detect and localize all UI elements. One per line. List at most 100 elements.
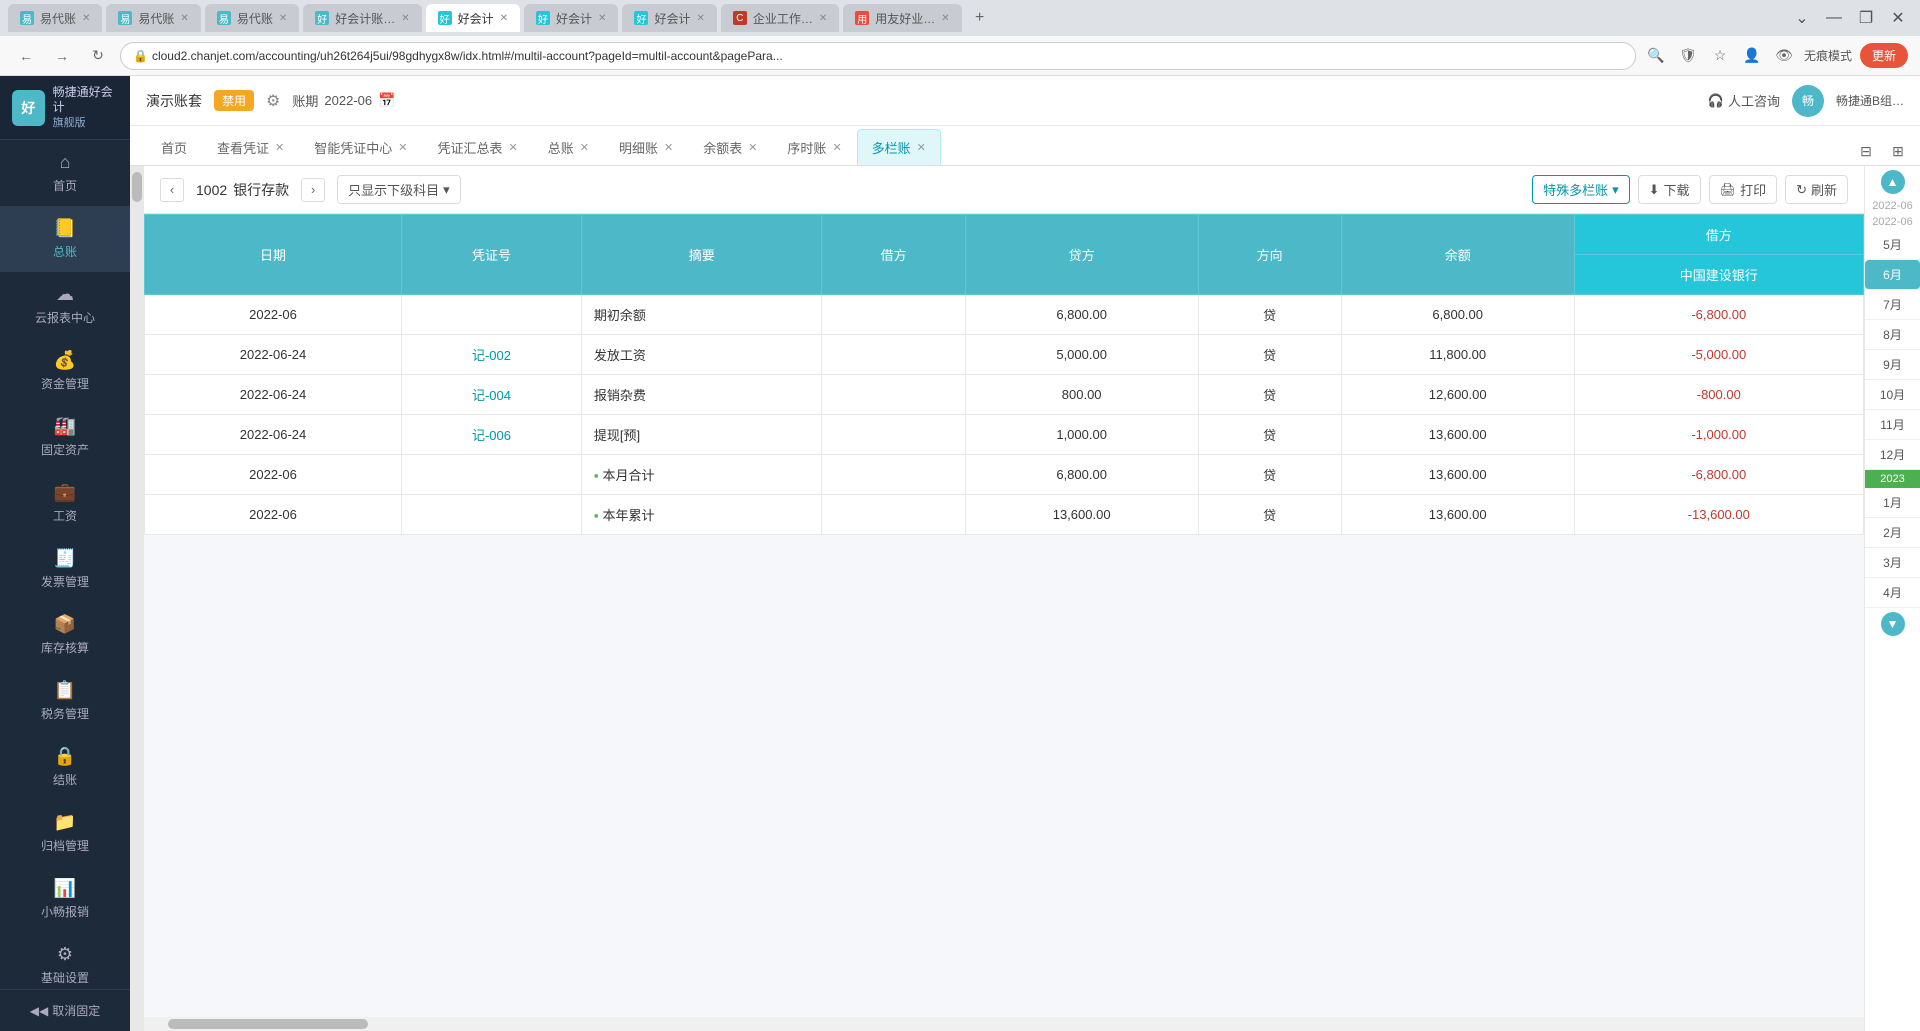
minimize-button[interactable]: — xyxy=(1820,4,1848,32)
browser-tab-9[interactable]: 用 用友好业… ✕ xyxy=(843,4,961,32)
shield-icon[interactable]: 🛡 xyxy=(1676,44,1700,68)
ledger-table-wrap[interactable]: 日期 凭证号 摘要 借方 贷方 方向 余额 借方 中国建设银行 xyxy=(144,214,1864,1017)
cell-voucher-no[interactable]: 记-004 xyxy=(402,375,582,415)
browser-tab-1[interactable]: 易 易代账 ✕ xyxy=(8,4,102,32)
print-button[interactable]: 🖨 打印 xyxy=(1709,175,1778,204)
cal-month-2023-1[interactable]: 1月 xyxy=(1865,488,1920,518)
cell-voucher-no[interactable]: 记-006 xyxy=(402,415,582,455)
tab-close-3[interactable]: ✕ xyxy=(279,13,287,24)
download-button[interactable]: ⬇ 下载 xyxy=(1638,175,1701,204)
close-button[interactable]: ✕ xyxy=(1884,4,1912,32)
new-tab-button[interactable]: + xyxy=(966,4,994,32)
star-icon[interactable]: ☆ xyxy=(1708,44,1732,68)
tab-general-ledger[interactable]: 总账 ✕ xyxy=(533,129,604,165)
left-scrollbar[interactable] xyxy=(130,166,144,1031)
browser-tab-6[interactable]: 好 好会计 ✕ xyxy=(524,4,618,32)
tab-balance-sheet[interactable]: 余额表 ✕ xyxy=(688,129,772,165)
tab-close-2[interactable]: ✕ xyxy=(180,13,188,24)
cal-month-2023-4[interactable]: 4月 xyxy=(1865,578,1920,608)
sidebar-item-home[interactable]: ⌂ 首页 xyxy=(0,140,130,206)
sidebar-footer[interactable]: ◀◀ 取消固定 xyxy=(0,989,130,1031)
gear-icon[interactable]: ⚙ xyxy=(266,91,280,111)
voucher-link[interactable]: 记-004 xyxy=(472,388,511,403)
tab-voucher-summary[interactable]: 凭证汇总表 ✕ xyxy=(422,129,532,165)
sidebar-item-inventory[interactable]: 📦 库存核算 xyxy=(0,602,130,668)
cal-month-9[interactable]: 9月 xyxy=(1865,350,1920,380)
tab-detail-ledger-close[interactable]: ✕ xyxy=(664,141,673,154)
tab-voucher-view-close[interactable]: ✕ xyxy=(275,141,284,154)
tab-voucher-summary-close[interactable]: ✕ xyxy=(509,141,518,154)
tab-balance-sheet-close[interactable]: ✕ xyxy=(748,141,757,154)
tab-close-7[interactable]: ✕ xyxy=(696,13,704,24)
browser-tab-7[interactable]: 好 好会计 ✕ xyxy=(622,4,716,32)
tab-smart-voucher-close[interactable]: ✕ xyxy=(398,141,407,154)
tab-voucher-view[interactable]: 查看凭证 ✕ xyxy=(202,129,299,165)
profile-icon[interactable]: 👤 xyxy=(1740,44,1764,68)
sidebar-item-general-ledger[interactable]: 📒 总账 xyxy=(0,206,130,272)
minimize-panel-button[interactable]: ⊟ xyxy=(1852,137,1880,165)
tab-close-8[interactable]: ✕ xyxy=(819,13,827,24)
cal-month-10[interactable]: 10月 xyxy=(1865,380,1920,410)
cal-month-2023-2[interactable]: 2月 xyxy=(1865,518,1920,548)
calendar-up-button[interactable]: ▲ xyxy=(1881,170,1905,194)
sidebar-item-archive[interactable]: 📁 归档管理 xyxy=(0,800,130,866)
next-account-button[interactable]: › xyxy=(301,178,325,202)
reload-button[interactable]: ↻ xyxy=(84,42,112,70)
bottom-scrollbar[interactable] xyxy=(144,1017,1864,1031)
prev-account-button[interactable]: ‹ xyxy=(160,178,184,202)
account-selector[interactable]: 1002 银行存款 xyxy=(196,180,289,200)
browser-tab-8[interactable]: C 企业工作… ✕ xyxy=(721,4,839,32)
tab-home[interactable]: 首页 xyxy=(146,129,202,165)
browser-tab-3[interactable]: 易 易代账 ✕ xyxy=(205,4,299,32)
sidebar-item-fund[interactable]: 💰 资金管理 xyxy=(0,338,130,404)
search-icon[interactable]: 🔍 xyxy=(1644,44,1668,68)
browser-tab-4[interactable]: 好 好会计账… ✕ xyxy=(303,4,421,32)
consult-button[interactable]: 🎧 人工咨询 xyxy=(1708,91,1780,110)
cell-voucher-no[interactable]: 记-002 xyxy=(402,335,582,375)
refresh-button[interactable]: ↻ 刷新 xyxy=(1785,175,1848,204)
cal-month-11[interactable]: 11月 xyxy=(1865,410,1920,440)
cal-month-2023-3[interactable]: 3月 xyxy=(1865,548,1920,578)
browser-tab-5[interactable]: 好 好会计 ✕ xyxy=(426,4,520,32)
maximize-panel-button[interactable]: ⊞ xyxy=(1884,137,1912,165)
tab-close-1[interactable]: ✕ xyxy=(82,13,90,24)
restore-button[interactable]: ❐ xyxy=(1852,4,1880,32)
stealth-mode-icon[interactable]: 👁 xyxy=(1772,44,1796,68)
feature-button[interactable]: 特殊多栏账 ▾ xyxy=(1532,175,1630,204)
tab-multi-column[interactable]: 多栏账 ✕ xyxy=(857,129,941,165)
update-button[interactable]: 更新 xyxy=(1860,43,1908,68)
tab-close-9[interactable]: ✕ xyxy=(941,13,949,24)
tab-sequential-ledger[interactable]: 序时账 ✕ xyxy=(772,129,856,165)
tab-general-ledger-close[interactable]: ✕ xyxy=(580,141,589,154)
address-input[interactable]: 🔒 cloud2.chanjet.com/accounting/uh26t264… xyxy=(120,42,1636,70)
tab-close-6[interactable]: ✕ xyxy=(598,13,606,24)
cal-month-12[interactable]: 12月 xyxy=(1865,440,1920,470)
browser-tab-2[interactable]: 易 易代账 ✕ xyxy=(106,4,200,32)
sidebar-item-cloud-report[interactable]: ☁ 云报表中心 xyxy=(0,272,130,338)
forward-button[interactable]: → xyxy=(48,42,76,70)
sidebar-item-tax[interactable]: 📋 税务管理 xyxy=(0,668,130,734)
cal-month-8[interactable]: 8月 xyxy=(1865,320,1920,350)
sidebar-item-fixed-assets[interactable]: 🏭 固定资产 xyxy=(0,404,130,470)
calendar-icon[interactable]: 📅 xyxy=(378,92,395,109)
sidebar-item-xiao-report[interactable]: 📊 小畅报销 xyxy=(0,866,130,932)
sidebar-item-basic-settings[interactable]: ⚙ 基础设置 xyxy=(0,932,130,989)
cal-month-6[interactable]: 6月 xyxy=(1865,260,1920,290)
tab-list-button[interactable]: ⌄ xyxy=(1788,4,1816,32)
tab-close-5[interactable]: ✕ xyxy=(500,13,508,24)
cal-month-5[interactable]: 5月 xyxy=(1865,230,1920,260)
tab-detail-ledger[interactable]: 明细账 ✕ xyxy=(604,129,688,165)
voucher-link[interactable]: 记-006 xyxy=(472,428,511,443)
sidebar-item-invoice[interactable]: 🧾 发票管理 xyxy=(0,536,130,602)
back-button[interactable]: ← xyxy=(12,42,40,70)
tab-multi-column-close[interactable]: ✕ xyxy=(917,141,926,154)
sidebar-item-salary[interactable]: 💼 工资 xyxy=(0,470,130,536)
cal-month-7[interactable]: 7月 xyxy=(1865,290,1920,320)
tab-sequential-ledger-close[interactable]: ✕ xyxy=(832,141,841,154)
sidebar-item-closing[interactable]: 🔒 结账 xyxy=(0,734,130,800)
tab-smart-voucher[interactable]: 智能凭证中心 ✕ xyxy=(299,129,422,165)
tab-close-4[interactable]: ✕ xyxy=(401,13,409,24)
filter-dropdown[interactable]: 只显示下级科目 ▾ xyxy=(337,175,461,204)
voucher-link[interactable]: 记-002 xyxy=(472,348,511,363)
calendar-down-button[interactable]: ▼ xyxy=(1881,612,1905,636)
